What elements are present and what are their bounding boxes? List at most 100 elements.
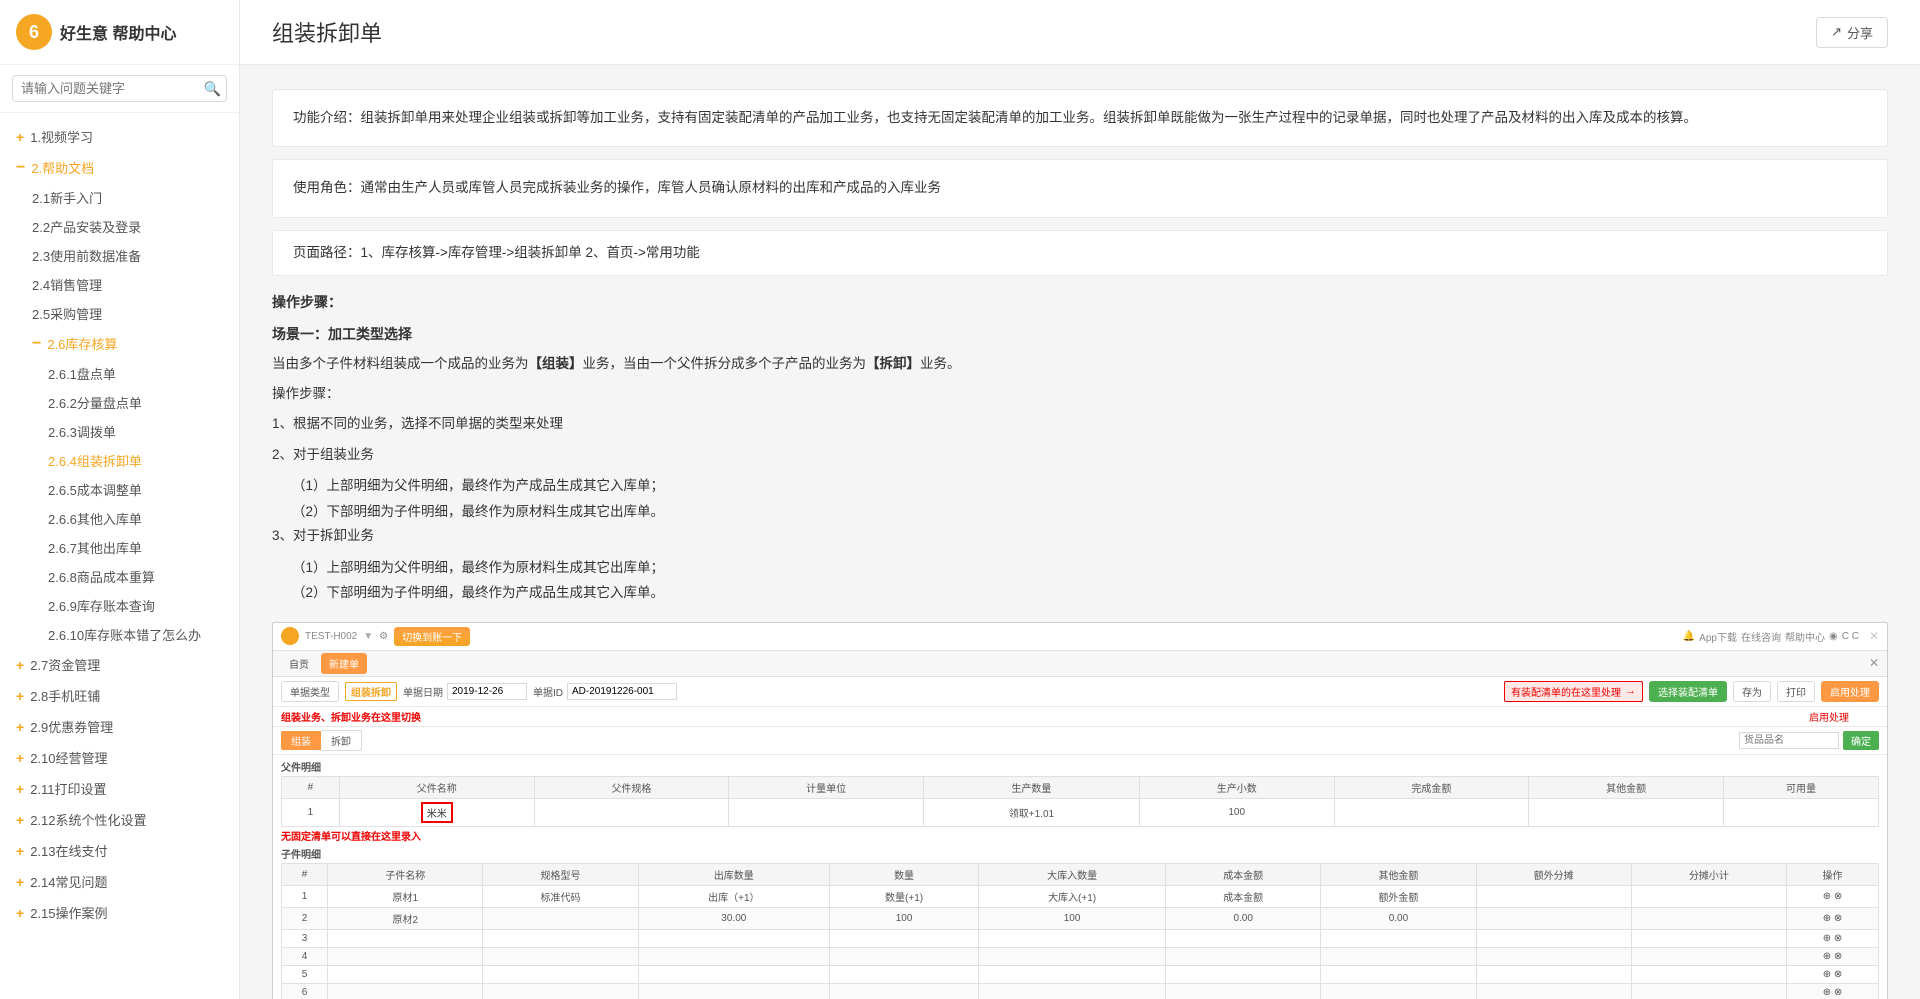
mock-topbar-icons: 🔔 App下载 在线咨询 帮助中心 ◉ C C bbox=[1683, 629, 1859, 644]
close-icon[interactable]: ✕ bbox=[1869, 629, 1879, 643]
lcol-other: 其他金额 bbox=[1321, 863, 1476, 885]
sidebar-item-2-6-8[interactable]: 2.6.8商品成本重算 bbox=[0, 562, 239, 591]
sidebar-item-2-6-9[interactable]: 2.6.9库存账本查询 bbox=[0, 591, 239, 620]
expand-icon-2-6: − bbox=[32, 336, 41, 352]
mock-btn-action2[interactable]: 打印 bbox=[1777, 681, 1815, 702]
sidebar-label-2-13: 2.13在线支付 bbox=[30, 841, 107, 860]
col-prod-dec: 生产小数 bbox=[1139, 776, 1334, 798]
sidebar-item-2[interactable]: − 2.帮助文档 bbox=[0, 152, 239, 183]
sidebar-item-2-6-6[interactable]: 2.6.6其他入库单 bbox=[0, 504, 239, 533]
sidebar-item-2-6[interactable]: − 2.6库存核算 bbox=[0, 328, 239, 359]
mock-btn-confirm[interactable]: 确定 bbox=[1843, 731, 1879, 750]
lcol-out-qty: 出库数量 bbox=[638, 863, 829, 885]
sidebar-item-2-9[interactable]: + 2.9优惠券管理 bbox=[0, 711, 239, 742]
lcol-cost: 成本金额 bbox=[1166, 863, 1321, 885]
upper-cell-unit bbox=[729, 798, 924, 826]
mock-lower-label: 子件明细 bbox=[281, 844, 1879, 863]
sidebar-label-1: 1.视频学习 bbox=[30, 127, 93, 146]
mock-field-id: 单据ID bbox=[533, 683, 677, 700]
share-button[interactable]: ↗ 分享 bbox=[1816, 17, 1888, 48]
mock-id-input[interactable] bbox=[567, 683, 677, 700]
sidebar-item-2-14[interactable]: + 2.14常见问题 bbox=[0, 866, 239, 897]
sidebar-item-2-6-1[interactable]: 2.6.1盘点单 bbox=[0, 359, 239, 388]
sidebar-item-2-5[interactable]: 2.5采购管理 bbox=[0, 299, 239, 328]
role-block: 使用角色：通常由生产人员或库管人员完成拆装业务的操作，库管人员确认原材料的出库和… bbox=[272, 159, 1888, 217]
annotation-arrow-1: → bbox=[1625, 685, 1636, 697]
mock-subtype-toggle[interactable]: 组装 拆卸 bbox=[281, 730, 362, 751]
sidebar-item-2-6-3[interactable]: 2.6.3调拨单 bbox=[0, 417, 239, 446]
mock-tab-new[interactable]: 新建单 bbox=[321, 653, 367, 674]
mock-upper-section: 父件明细 # 父件名称 父件规格 计量单位 生产数量 生产小数 完成金额 bbox=[273, 755, 1887, 827]
sidebar-label-2-12: 2.12系统个性化设置 bbox=[30, 810, 146, 829]
mock-date-input[interactable] bbox=[447, 683, 527, 700]
sidebar-item-2-8[interactable]: + 2.8手机旺铺 bbox=[0, 680, 239, 711]
share-icon: ↗ bbox=[1831, 24, 1842, 40]
sidebar-item-2-6-5[interactable]: 2.6.5成本调整单 bbox=[0, 475, 239, 504]
sidebar-item-2-7[interactable]: + 2.7资金管理 bbox=[0, 649, 239, 680]
lower-row-2: 2 原材2 30.00 100 100 0.00 0.00 ⊕ ⊗ bbox=[282, 907, 1879, 929]
mock-goods-input[interactable] bbox=[1739, 732, 1839, 749]
sidebar: 6 好生意 帮助中心 🔍 + 1.视频学习 − 2.帮助文档 2.1新手入门 2… bbox=[0, 0, 240, 999]
mock-toolbar: 单据类型 组装拆卸 单据日期 单据ID 有装配清单的在这里处理 → bbox=[273, 677, 1887, 707]
mock-app: TEST-H002 ▼ ⚙ 切换到账一下 🔔 App下载 在线咨询 帮助中心 ◉… bbox=[273, 623, 1887, 999]
mock-btn-config[interactable]: 选择装配清单 bbox=[1649, 681, 1727, 702]
sidebar-label-2: 2.帮助文档 bbox=[31, 158, 94, 177]
sidebar-item-2-13[interactable]: + 2.13在线支付 bbox=[0, 835, 239, 866]
lower-row-4: 4⊕ ⊗ bbox=[282, 947, 1879, 965]
sidebar-item-2-11[interactable]: + 2.11打印设置 bbox=[0, 773, 239, 804]
sidebar-item-2-6-7[interactable]: 2.6.7其他出库单 bbox=[0, 533, 239, 562]
lcol-subtotal: 分摊小计 bbox=[1631, 863, 1786, 885]
mock-btn-submit[interactable]: 启用处理 bbox=[1821, 681, 1879, 702]
mock-topbar: TEST-H002 ▼ ⚙ 切换到账一下 🔔 App下载 在线咨询 帮助中心 ◉… bbox=[273, 623, 1887, 651]
mock-lower-table: # 子件名称 规格型号 出库数量 数量 大库入数量 成本金额 其他金额 额外分摊… bbox=[281, 863, 1879, 999]
lcol-op: 操作 bbox=[1787, 863, 1879, 885]
sidebar-item-2-3[interactable]: 2.3使用前数据准备 bbox=[0, 241, 239, 270]
sidebar-item-2-6-4[interactable]: 2.6.4组装拆卸单 bbox=[0, 446, 239, 475]
sidebar-item-2-4[interactable]: 2.4销售管理 bbox=[0, 270, 239, 299]
steps-title: 操作步骤： bbox=[272, 292, 1888, 312]
expand-icon-2-7: + bbox=[16, 657, 24, 673]
intro-block: 功能介绍：组装拆卸单用来处理企业组装或拆卸等加工业务，支持有固定装配清单的产品加… bbox=[272, 89, 1888, 147]
logo-area: 6 好生意 帮助中心 bbox=[0, 0, 239, 65]
mock-btn-assemble[interactable]: 组装 bbox=[281, 731, 321, 750]
role-text: 使用角色：通常由生产人员或库管人员完成拆装业务的操作，库管人员确认原材料的出库和… bbox=[293, 180, 941, 195]
search-button[interactable]: 🔍 bbox=[204, 80, 221, 97]
expand-icon-2-12: + bbox=[16, 812, 24, 828]
col-avail: 可用量 bbox=[1724, 776, 1879, 798]
mock-btn-type[interactable]: 单据类型 bbox=[281, 681, 339, 702]
sidebar-nav: + 1.视频学习 − 2.帮助文档 2.1新手入门 2.2产品安装及登录 2.3… bbox=[0, 113, 239, 999]
sidebar-item-2-15[interactable]: + 2.15操作案例 bbox=[0, 897, 239, 928]
mock-topbar-switch-btn[interactable]: 切换到账一下 bbox=[394, 627, 470, 646]
search-area: 🔍 bbox=[0, 65, 239, 113]
col-parent-spec: 父件规格 bbox=[534, 776, 729, 798]
sidebar-item-2-1[interactable]: 2.1新手入门 bbox=[0, 183, 239, 212]
mock-dropdown-icon: ▼ bbox=[363, 631, 373, 642]
mock-tab-close[interactable]: ✕ bbox=[1869, 656, 1879, 670]
expand-icon-2-13: + bbox=[16, 843, 24, 859]
sidebar-item-2-6-2[interactable]: 2.6.2分量盘点单 bbox=[0, 388, 239, 417]
mock-btn-disassemble[interactable]: 拆卸 bbox=[321, 730, 362, 751]
lcol-name: 子件名称 bbox=[328, 863, 483, 885]
mock-btn-action1[interactable]: 存为 bbox=[1733, 681, 1771, 702]
sidebar-item-2-2[interactable]: 2.2产品安装及登录 bbox=[0, 212, 239, 241]
mock-annotation-row1: 组装业务、拆卸业务在这里切换 启用处理 bbox=[273, 707, 1887, 727]
sidebar-item-2-6-10[interactable]: 2.6.10库存账本错了怎么办 bbox=[0, 620, 239, 649]
sidebar-label-2-6: 2.6库存核算 bbox=[47, 334, 117, 353]
mock-upper-table: # 父件名称 父件规格 计量单位 生产数量 生产小数 完成金额 其他金额 可用量 bbox=[281, 776, 1879, 827]
sidebar-item-1[interactable]: + 1.视频学习 bbox=[0, 121, 239, 152]
sidebar-item-2-10[interactable]: + 2.10经营管理 bbox=[0, 742, 239, 773]
step2-2: （2）下部明细为子件明细，最终作为原材料生成其它出库单。 bbox=[272, 499, 1888, 525]
lower-row-5: 5⊕ ⊗ bbox=[282, 965, 1879, 983]
lcol-spec: 规格型号 bbox=[483, 863, 638, 885]
upper-cell-dec: 100 bbox=[1139, 798, 1334, 826]
sidebar-label-2-15: 2.15操作案例 bbox=[30, 903, 107, 922]
search-input[interactable] bbox=[12, 75, 227, 102]
share-label: 分享 bbox=[1847, 23, 1873, 42]
sidebar-item-2-12[interactable]: + 2.12系统个性化设置 bbox=[0, 804, 239, 835]
sidebar-label-2-8: 2.8手机旺铺 bbox=[30, 686, 100, 705]
mock-tab-home[interactable]: 自贡 bbox=[281, 653, 317, 674]
col-parent-name: 父件名称 bbox=[339, 776, 534, 798]
mock-upper-label: 父件明细 bbox=[281, 757, 1879, 776]
upper-cell-finish bbox=[1334, 798, 1529, 826]
logo-icon: 6 bbox=[16, 14, 52, 50]
